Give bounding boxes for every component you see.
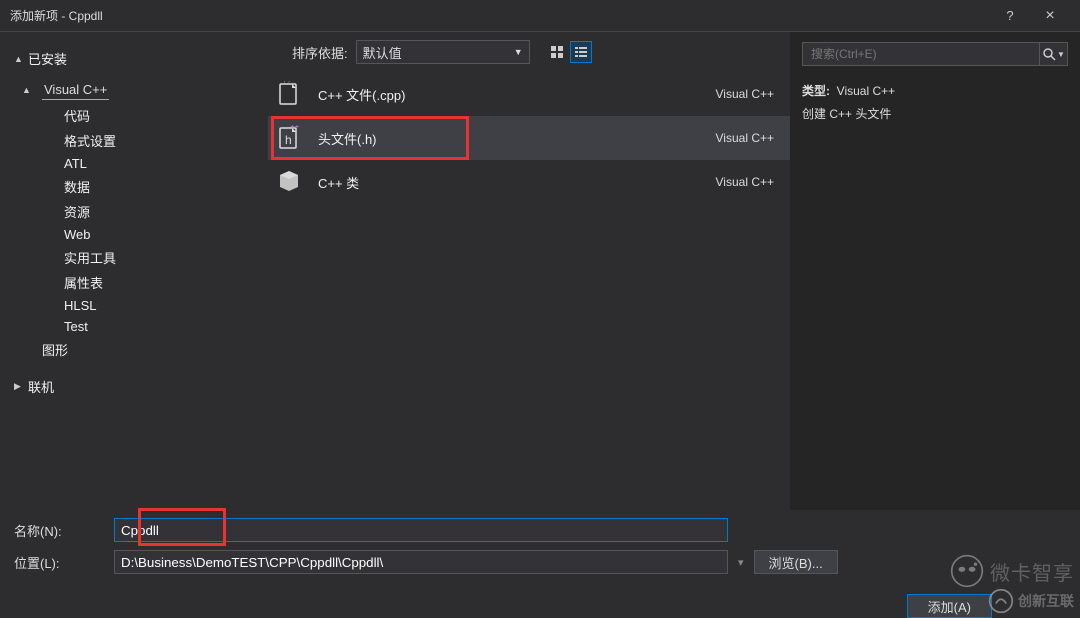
tree-item-data[interactable]: 数据 (22, 174, 268, 199)
search-icon[interactable]: ▼ (1039, 43, 1067, 65)
watermark-2: 创新互联 (988, 588, 1074, 614)
chevron-down-icon: ▼ (1057, 50, 1065, 59)
tree-item-formatting[interactable]: 格式设置 (22, 128, 268, 153)
sidebar: ▲ 已安装 ▲ Visual C++ 代码 格式设置 ATL 数据 资源 Web… (0, 32, 268, 510)
center-panel: 排序依据: 默认值 ▼ ++ C++ 文件(.cpp) Visu (268, 32, 790, 510)
titlebar: 添加新项 - Cppdll ? × (0, 0, 1080, 32)
browse-button[interactable]: 浏览(B)... (754, 550, 838, 574)
toolbar: 排序依据: 默认值 ▼ (268, 32, 790, 72)
location-label: 位置(L): (14, 553, 104, 572)
chevron-down-icon: ▼ (514, 47, 523, 57)
action-bar: 添加(A) 取消 (0, 590, 1080, 618)
template-item-cpp[interactable]: ++ C++ 文件(.cpp) Visual C++ (268, 72, 790, 116)
sort-select[interactable]: 默认值 ▼ (356, 40, 530, 64)
cpp-file-icon: ++ (274, 79, 304, 109)
chevron-right-icon: ▶ (14, 381, 24, 392)
template-item-header[interactable]: h++ 头文件(.h) Visual C++ (268, 116, 790, 160)
name-input[interactable] (114, 518, 728, 542)
svg-text:++: ++ (282, 81, 292, 85)
window-title: 添加新项 - Cppdll (10, 7, 990, 24)
tree-visualcpp[interactable]: ▲ Visual C++ (22, 77, 268, 103)
tree-item-code[interactable]: 代码 (22, 103, 268, 128)
sort-label: 排序依据: (292, 43, 348, 62)
chevron-down-icon: ▲ (14, 54, 24, 64)
add-button[interactable]: 添加(A) (907, 594, 992, 618)
template-item-class[interactable]: C++ 类 Visual C++ (268, 160, 790, 204)
bottom-form: 名称(N): 位置(L): ▾ 浏览(B)... (0, 510, 1080, 590)
tree-graphics[interactable]: 图形 (22, 337, 268, 362)
template-list: ++ C++ 文件(.cpp) Visual C++ h++ 头文件(.h) V… (268, 72, 790, 510)
search-input[interactable] (803, 47, 1039, 61)
right-panel: ▼ 类型: Visual C++ 创建 C++ 头文件 (790, 32, 1080, 510)
h-file-icon: h ++ (274, 123, 304, 153)
search-box[interactable]: ▼ (802, 42, 1068, 66)
tree-item-atl[interactable]: ATL (22, 153, 268, 174)
tree-item-propsheet[interactable]: 属性表 (22, 270, 268, 295)
tree-item-resource[interactable]: 资源 (22, 199, 268, 224)
view-list-button[interactable] (570, 41, 592, 63)
help-button[interactable]: ? (990, 0, 1030, 32)
tree-item-utility[interactable]: 实用工具 (22, 245, 268, 270)
close-button[interactable]: × (1030, 0, 1070, 32)
tree-installed[interactable]: ▲ 已安装 (8, 44, 268, 73)
chevron-down-icon: ▲ (22, 85, 32, 95)
cpp-class-icon (274, 167, 304, 197)
description: 创建 C++ 头文件 (802, 103, 1068, 124)
svg-text:++: ++ (290, 125, 300, 131)
location-input[interactable] (114, 550, 728, 574)
name-label: 名称(N): (14, 521, 104, 540)
tree-item-web[interactable]: Web (22, 224, 268, 245)
svg-text:h: h (285, 133, 292, 147)
view-grid-button[interactable] (546, 41, 568, 63)
tree-item-hlsl[interactable]: HLSL (22, 295, 268, 316)
tree-item-test[interactable]: Test (22, 316, 268, 337)
type-info: 类型: Visual C++ (802, 80, 1068, 101)
watermark: 微卡智享 (950, 554, 1074, 588)
tree-online[interactable]: ▶ 联机 (8, 372, 268, 401)
